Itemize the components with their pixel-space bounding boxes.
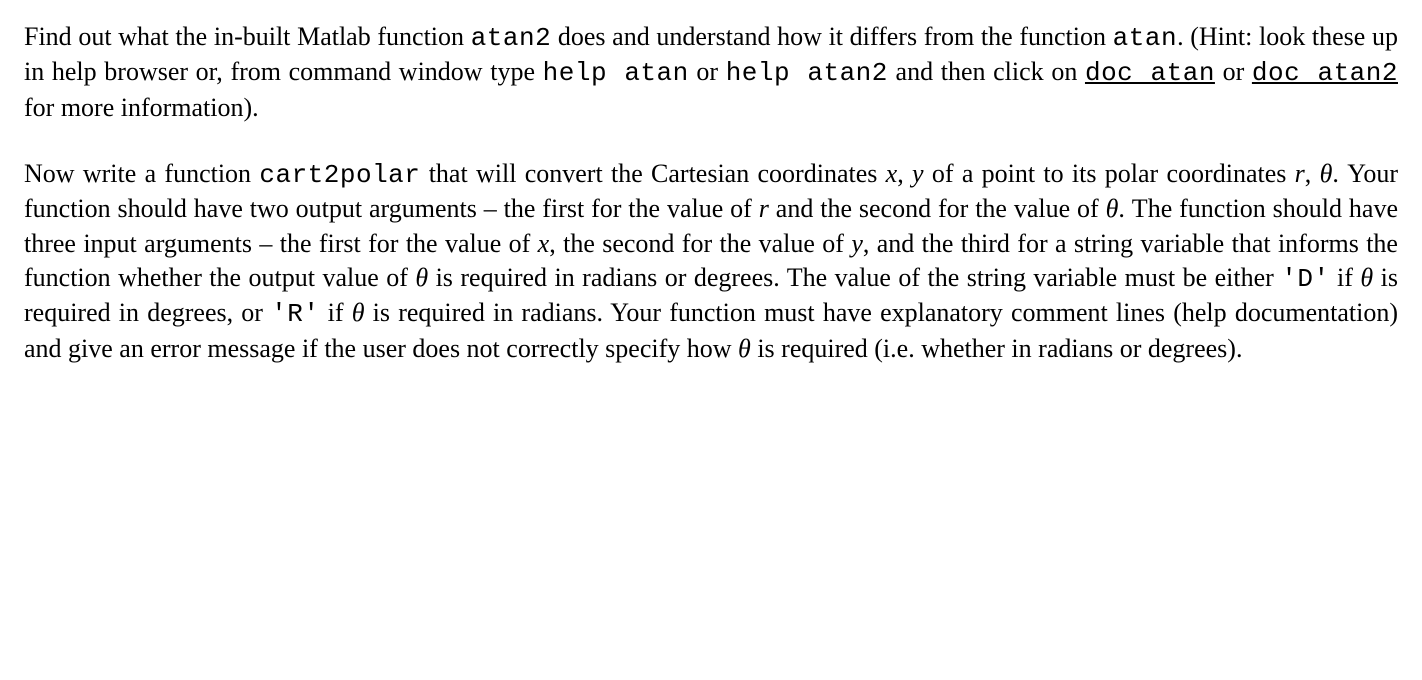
text: does and understand how it differs from … [551,22,1112,51]
code-string-r: 'R' [271,299,319,329]
var-theta: θ [738,334,751,363]
text: of a point to its polar coordinates [924,159,1295,188]
code-string-d: 'D' [1281,264,1329,294]
text: if [319,298,351,327]
code-atan2: atan2 [471,23,552,53]
text: , [1305,159,1320,188]
text: Now write a function [24,159,259,188]
text: is required (i.e. whether in radians or … [751,334,1243,363]
text: or [689,57,726,86]
paragraph-2: Now write a function cart2polar that wil… [24,157,1398,366]
text: for more information). [24,93,259,122]
var-theta: θ [1360,263,1373,292]
code-atan: atan [1113,23,1177,53]
code-cart2polar: cart2polar [259,160,420,190]
text: Find out what the in-built Matlab functi… [24,22,471,51]
text: , [897,159,912,188]
text: and the second for the value of [769,194,1106,223]
text: , the second for the value of [549,229,851,258]
var-y: y [851,229,863,258]
text: that will convert the Cartesian coordina… [420,159,885,188]
code-help-atan: help atan [543,58,689,88]
var-theta: θ [1106,194,1119,223]
var-x: x [538,229,550,258]
var-y: y [912,159,924,188]
link-doc-atan2[interactable]: doc atan2 [1252,58,1398,88]
text: if [1330,263,1361,292]
var-theta: θ [352,298,365,327]
text: is required in radians or degrees. The v… [428,263,1281,292]
var-theta: θ [415,263,428,292]
text: or [1215,57,1252,86]
paragraph-1: Find out what the in-built Matlab functi… [24,20,1398,125]
var-r: r [1295,159,1305,188]
code-help-atan2: help atan2 [726,58,888,88]
var-r: r [759,194,769,223]
var-x: x [886,159,898,188]
var-theta: θ [1320,159,1333,188]
text: and then click on [888,57,1085,86]
link-doc-atan[interactable]: doc atan [1085,58,1215,88]
